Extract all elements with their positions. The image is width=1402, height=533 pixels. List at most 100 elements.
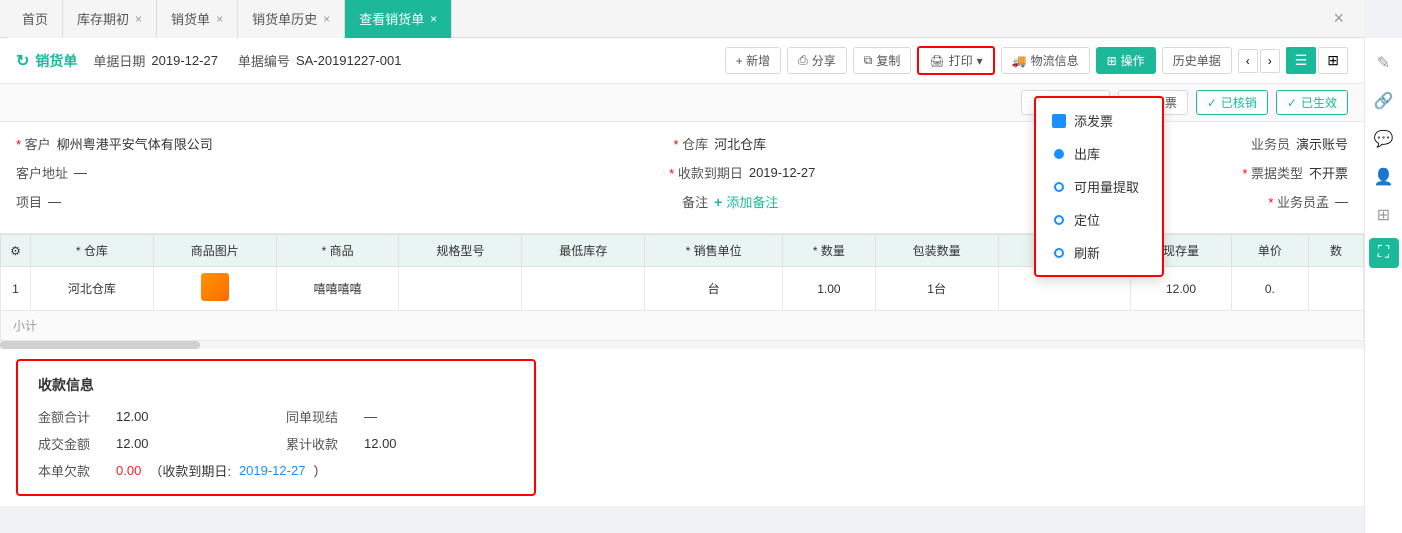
menu-refresh[interactable]: 刷新 xyxy=(1036,236,1162,269)
subtotal-label: 小计 xyxy=(1,311,1364,341)
row-warehouse: 河北仓库 xyxy=(31,267,154,311)
tab-sales[interactable]: 销货单 × xyxy=(157,0,238,38)
table-scrollbar[interactable] xyxy=(0,341,1364,349)
tab-bar: 首页 库存期初 × 销货单 × 销货单历史 × 查看销货单 × × xyxy=(0,0,1364,38)
tab-view-sales-close[interactable]: × xyxy=(430,12,437,26)
sidebar-chat-icon[interactable]: 💬 xyxy=(1369,124,1399,154)
doc-number-value: SA-20191227-001 xyxy=(296,53,402,68)
menu-outbound[interactable]: 出库 xyxy=(1036,137,1162,170)
payment-deal-row: 成交金额 12.00 xyxy=(38,434,266,453)
tab-home[interactable]: 首页 xyxy=(8,0,63,38)
new-button[interactable]: + 新增 xyxy=(725,47,781,74)
tab-history-label: 销货单历史 xyxy=(252,9,317,28)
effective-button[interactable]: ✓ 已生效 xyxy=(1276,90,1348,115)
payment-total-row: 金额合计 12.00 xyxy=(38,407,266,426)
ticket-value: 不开票 xyxy=(1309,163,1348,182)
row-unit: 台 xyxy=(645,267,783,311)
doc-number-label: 单据编号 xyxy=(238,51,290,70)
logistics-icon: 🚚 xyxy=(1012,54,1027,68)
doc-number-item: 单据编号 SA-20191227-001 xyxy=(238,51,402,70)
tab-sales-close[interactable]: × xyxy=(216,12,223,26)
ticket-area: 票据类型 不开票 xyxy=(1242,163,1348,182)
effective-icon: ✓ xyxy=(1287,96,1297,110)
history-button[interactable]: 历史单据 xyxy=(1162,47,1232,74)
row-amount xyxy=(1309,267,1364,311)
copy-icon: ⧉ xyxy=(864,53,873,68)
col-settings[interactable]: ⚙ xyxy=(1,235,31,267)
menu-add-invoice[interactable]: 添发票 xyxy=(1036,104,1162,137)
payment-grid: 金额合计 12.00 同单现结 — 成交金额 12.00 累计收款 12.00 … xyxy=(38,407,514,480)
operate-icon: ⊞ xyxy=(1107,54,1117,68)
scrollbar-thumb[interactable] xyxy=(0,341,200,349)
tab-sales-label: 销货单 xyxy=(171,9,210,28)
due-value: 0.00 xyxy=(116,463,141,478)
due-note: （收款到期日: xyxy=(149,461,231,480)
total-label: 金额合计 xyxy=(38,407,108,426)
doc-date-item: 单据日期 2019-12-27 xyxy=(93,51,218,70)
tab-view-sales[interactable]: 查看销货单 × xyxy=(345,0,452,38)
sidebar-user-icon[interactable]: 👤 xyxy=(1369,162,1399,192)
prev-button[interactable]: ‹ xyxy=(1238,49,1258,73)
tab-inventory-label: 库存期初 xyxy=(77,9,129,28)
doc-actions: + 新增 ⎙ 分享 ⧉ 复制 🖨 打印 ▾ 🚚 物流信息 ⊞ 操作 xyxy=(725,46,1348,75)
payment-due-row: 本单欠款 0.00 （收款到期日: 2019-12-27 ） xyxy=(38,461,514,480)
print-button[interactable]: 🖨 打印 ▾ xyxy=(917,46,994,75)
grid-view-button[interactable]: ⊞ xyxy=(1318,47,1348,74)
product-image xyxy=(201,273,229,301)
subtotal-row: 小计 xyxy=(1,311,1364,341)
tab-history-close[interactable]: × xyxy=(323,12,330,26)
sidebar-expand-icon[interactable]: ⛶ xyxy=(1369,238,1399,268)
avail-extract-icon xyxy=(1054,182,1064,192)
copy-button[interactable]: ⧉ 复制 xyxy=(853,47,912,74)
add-invoice-icon xyxy=(1052,114,1066,128)
nav-arrows: ‹ › xyxy=(1238,49,1280,73)
logistics-button[interactable]: 🚚 物流信息 xyxy=(1001,47,1090,74)
doc-type-label: 销货单 xyxy=(35,51,77,71)
col-product: * 商品 xyxy=(276,235,399,267)
col-min-stock: 最低库存 xyxy=(522,235,645,267)
next-button[interactable]: › xyxy=(1260,49,1280,73)
col-warehouse: * 仓库 xyxy=(31,235,154,267)
add-remark-button[interactable]: + 添加备注 xyxy=(714,192,778,211)
global-close-button[interactable]: × xyxy=(1321,8,1356,29)
sidebar-link-icon[interactable]: 🔗 xyxy=(1369,86,1399,116)
row-qty: 1.00 xyxy=(783,267,876,311)
col-price: 单价 xyxy=(1231,235,1308,267)
share-button[interactable]: ⎙ 分享 xyxy=(787,47,847,74)
tab-inventory[interactable]: 库存期初 × xyxy=(63,0,157,38)
deal-label: 成交金额 xyxy=(38,434,108,453)
same-order-value: — xyxy=(364,409,377,424)
address-field: 客户地址 — xyxy=(16,163,589,182)
confirm-button[interactable]: ✓ 已核销 xyxy=(1196,90,1268,115)
list-view-button[interactable]: ☰ xyxy=(1286,47,1317,74)
accumulated-value: 12.00 xyxy=(364,436,397,451)
due-note-end: ） xyxy=(313,461,326,480)
sidebar-table-icon[interactable]: ⊞ xyxy=(1369,200,1399,230)
outbound-icon xyxy=(1054,149,1064,159)
tab-history[interactable]: 销货单历史 × xyxy=(238,0,345,38)
sidebar-edit-icon[interactable]: ✎ xyxy=(1369,48,1399,78)
row-spec xyxy=(399,267,522,311)
row-pkg-qty: 1台 xyxy=(875,267,998,311)
due-date-value: 2019-12-27 xyxy=(749,165,816,180)
address-label: 客户地址 xyxy=(16,163,68,182)
menu-locate[interactable]: 定位 xyxy=(1036,203,1162,236)
col-img: 商品图片 xyxy=(153,235,276,267)
staff-value: 演示账号 xyxy=(1296,134,1348,153)
menu-avail-extract-label: 可用量提取 xyxy=(1074,177,1139,196)
menu-avail-extract[interactable]: 可用量提取 xyxy=(1036,170,1162,203)
operate-button[interactable]: ⊞ 操作 xyxy=(1096,47,1156,74)
address-value: — xyxy=(74,165,87,180)
row-price: 0. xyxy=(1231,267,1308,311)
view-toggle: ☰ ⊞ xyxy=(1286,47,1348,74)
col-pkg-qty: 包装数量 xyxy=(875,235,998,267)
payment-title: 收款信息 xyxy=(38,375,514,395)
same-order-label: 同单现结 xyxy=(286,407,356,426)
print-icon: 🖨 xyxy=(929,54,944,68)
locate-icon xyxy=(1054,215,1064,225)
menu-outbound-label: 出库 xyxy=(1074,144,1100,163)
customer-value: 柳州粤港平安气体有限公司 xyxy=(57,134,213,153)
tab-inventory-close[interactable]: × xyxy=(135,12,142,26)
operate-dropdown: 添发票 出库 可用量提取 定位 刷新 xyxy=(1034,96,1164,277)
deal-value: 12.00 xyxy=(116,436,149,451)
